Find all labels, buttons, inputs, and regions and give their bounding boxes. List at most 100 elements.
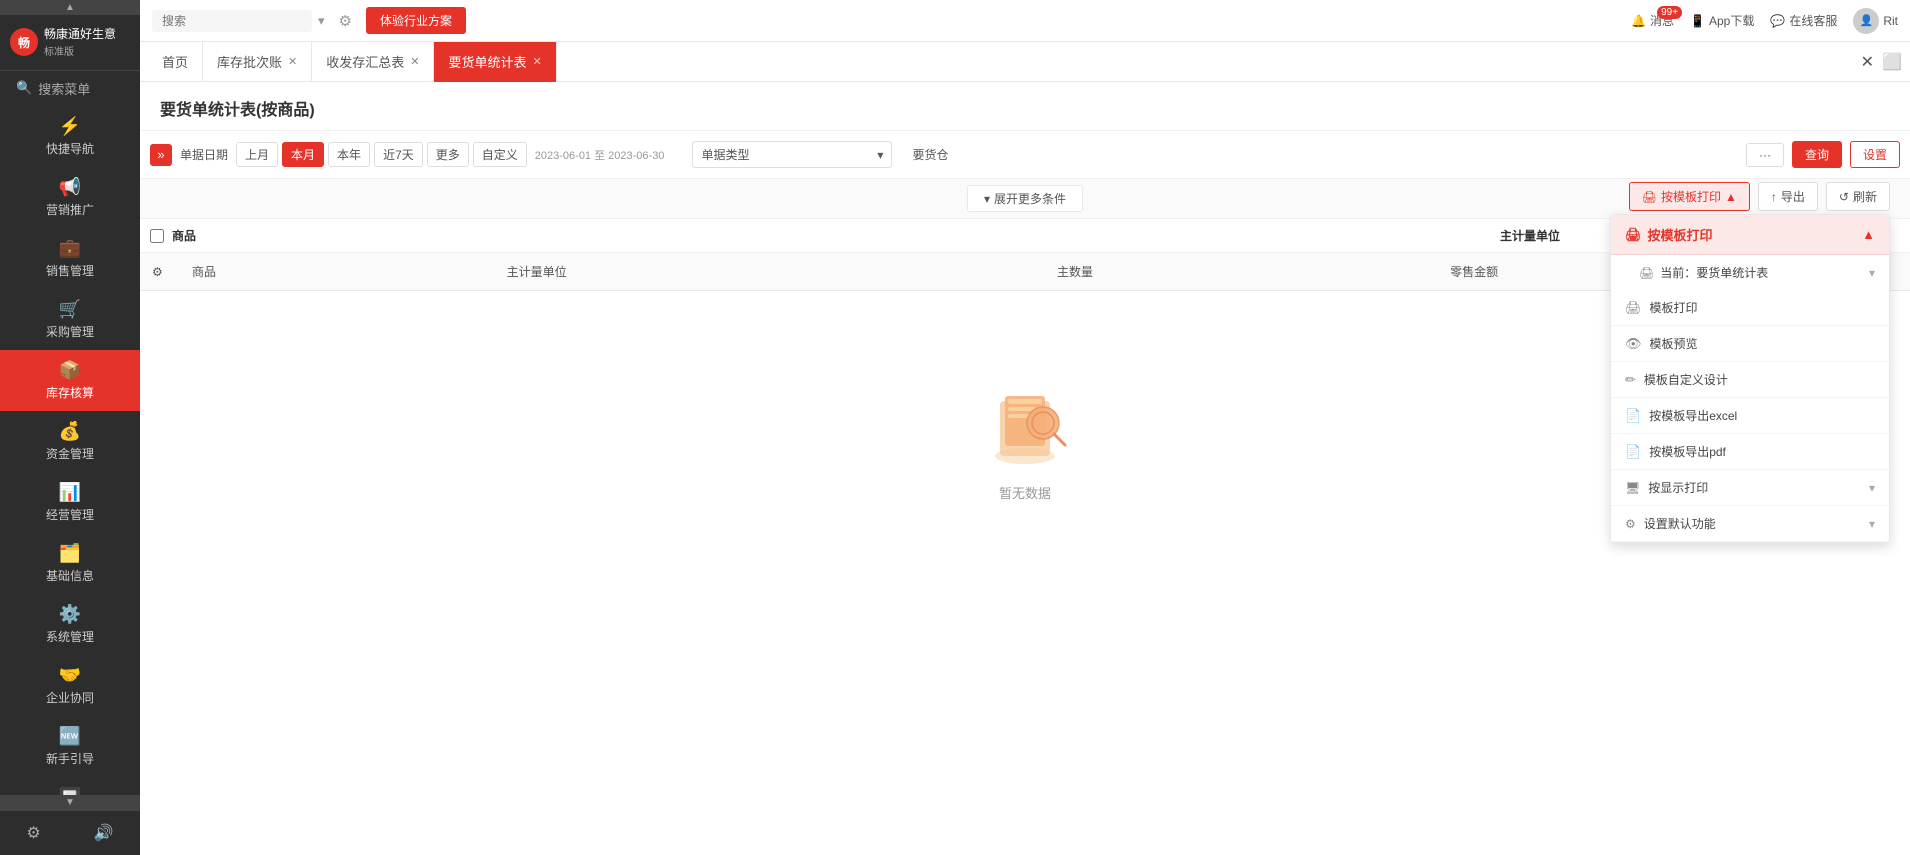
date-filter-label: 单据日期 — [180, 146, 228, 163]
export-btn[interactable]: ↑ 导出 — [1758, 182, 1818, 211]
sidebar-item-label: 销售管理 — [46, 262, 94, 279]
sidebar-item-label: 快捷导航 — [46, 140, 94, 157]
print-dropdown-display-print[interactable]: 🖥 按显示打印 ▾ — [1611, 470, 1889, 506]
topbar-gear-icon[interactable]: ⚙ — [339, 12, 352, 30]
sidebar-item-purchase[interactable]: 🛒 采购管理 — [0, 289, 140, 350]
sidebar-item-cooperation[interactable]: 🤝 企业协同 — [0, 655, 140, 716]
sidebar-item-system[interactable]: ⚙️ 系统管理 — [0, 594, 140, 655]
tab-home[interactable]: 首页 — [148, 42, 203, 82]
tab-window-close-btn[interactable]: ✕ — [1861, 52, 1874, 72]
date-btn-custom[interactable]: 自定义 — [473, 142, 527, 167]
page-title: 要货单统计表(按商品) — [140, 82, 1910, 131]
sidebar-sound-btn[interactable]: 🔊 — [86, 819, 122, 847]
print-dropdown-template-preview[interactable]: 👁 模板预览 — [1611, 326, 1889, 362]
template-design-icon: ✏ — [1625, 372, 1636, 388]
sidebar-item-finance[interactable]: 💰 资金管理 — [0, 411, 140, 472]
sidebar-search-label: 搜索菜单 — [38, 79, 90, 98]
sidebar-item-label: 营销推广 — [46, 201, 94, 218]
date-btn-this-month[interactable]: 本月 — [282, 142, 324, 167]
notifications-badge: 99+ — [1657, 6, 1682, 19]
refresh-label: 刷新 — [1853, 188, 1877, 205]
refresh-icon: ↺ — [1839, 190, 1849, 204]
sidebar-item-guide[interactable]: 🆕 新手引导 — [0, 716, 140, 777]
display-print-chevron: ▾ — [1869, 481, 1875, 495]
app-download-label: App下载 — [1709, 12, 1754, 29]
date-btn-last-month[interactable]: 上月 — [236, 142, 278, 167]
print-dropdown-default-feature[interactable]: ⚙ 设置默认功能 ▾ — [1611, 506, 1889, 542]
sidebar-item-marketing[interactable]: 📢 营销推广 — [0, 167, 140, 228]
order-type-select[interactable]: 单据类型 ▾ — [692, 141, 892, 168]
tab-receipt-summary-close[interactable]: ✕ — [410, 55, 419, 68]
current-item-label: 当前：要货单统计表 — [1660, 264, 1768, 281]
refresh-btn[interactable]: ↺ 刷新 — [1826, 182, 1890, 211]
print-dropdown-template-excel[interactable]: 📄 按模板导出excel — [1611, 398, 1889, 434]
print-dropdown-template-design[interactable]: ✏ 模板自定义设计 — [1611, 362, 1889, 398]
tab-inventory-batch-close[interactable]: ✕ — [288, 55, 297, 68]
notifications-btn[interactable]: 🔔 消息 99+ — [1631, 12, 1674, 29]
date-btn-more[interactable]: 更多 — [427, 142, 469, 167]
print-chevron-icon: ▲ — [1725, 190, 1737, 204]
col-goods: 商品 — [172, 227, 196, 244]
main-area: ▾ ⚙ 体验行业方案 🔔 消息 99+ 📱 App下载 💬 在线客服 👤 Rit — [140, 0, 1910, 855]
goods-filter-label: 要货仓 — [912, 146, 948, 163]
export-icon: ↑ — [1771, 190, 1777, 204]
print-dropdown-template-pdf[interactable]: 📄 按模板导出pdf — [1611, 434, 1889, 470]
tab-inventory-batch[interactable]: 库存批次账 ✕ — [203, 42, 312, 82]
guide-icon: 🆕 — [59, 726, 81, 747]
empty-icon — [975, 371, 1075, 471]
tab-order-summary-close[interactable]: ✕ — [533, 55, 542, 68]
print-icon: 🖨 — [1642, 190, 1657, 204]
app-download-btn[interactable]: 📱 App下载 — [1690, 12, 1754, 29]
settings-btn[interactable]: 设置 — [1850, 141, 1900, 168]
sidebar-settings-btn[interactable]: ⚙ — [18, 819, 48, 847]
sidebar-search[interactable]: 🔍 搜索菜单 — [0, 71, 140, 106]
topbar-search-input[interactable] — [152, 10, 312, 32]
sidebar-scroll-up[interactable]: ▲ — [0, 0, 140, 15]
query-btn[interactable]: 查询 — [1792, 141, 1842, 168]
sidebar-item-label: 企业协同 — [46, 689, 94, 706]
sidebar-logo: 畅 畅康通好生意 标准版 — [0, 15, 140, 71]
sidebar-item-quick-nav[interactable]: ⚡ 快捷导航 — [0, 106, 140, 167]
template-pdf-icon: 📄 — [1625, 444, 1641, 460]
tab-order-summary[interactable]: 要货单统计表 ✕ — [434, 42, 556, 82]
print-dropdown-header: 🖨 按模板打印 ▲ — [1611, 215, 1889, 255]
sidebar: ▲ 畅 畅康通好生意 标准版 🔍 搜索菜单 ⚡ 快捷导航 📢 营销推广 💼 销售… — [0, 0, 140, 855]
template-preview-label: 模板预览 — [1650, 335, 1698, 352]
th-settings[interactable]: ⚙ — [140, 253, 180, 291]
print-template-btn[interactable]: 🖨 按模板打印 ▲ — [1629, 182, 1750, 211]
template-preview-icon: 👁 — [1625, 336, 1642, 352]
sidebar-item-basics[interactable]: 🗂️ 基础信息 — [0, 533, 140, 594]
date-range-display: 2023-06-01 至 2023-06-30 — [535, 147, 665, 163]
date-btn-this-year[interactable]: 本年 — [328, 142, 370, 167]
online-service-btn[interactable]: 💬 在线客服 — [1770, 12, 1837, 29]
topbar-dropdown-chevron[interactable]: ▾ — [318, 13, 325, 29]
date-btn-7days[interactable]: 近7天 — [374, 142, 423, 167]
print-current-item[interactable]: 🖨 当前：要货单统计表 ▾ — [1611, 255, 1889, 290]
cooperation-icon: 🤝 — [59, 665, 81, 686]
dots-options-btn[interactable]: ··· — [1746, 143, 1784, 167]
experience-btn[interactable]: 体验行业方案 — [366, 7, 466, 34]
date-options-group: 上月 本月 本年 近7天 更多 自定义 — [236, 142, 527, 167]
expand-more-btn[interactable]: ▾ 展开更多条件 — [967, 185, 1083, 212]
order-type-label: 单据类型 — [701, 146, 749, 163]
sidebar-item-sales[interactable]: 💼 销售管理 — [0, 228, 140, 289]
content-actions: 🖨 按模板打印 ▲ ↑ 导出 ↺ 刷新 — [1629, 182, 1890, 211]
col-unit: 主计量单位 — [1500, 227, 1560, 244]
display-print-icon: 🖥 — [1625, 481, 1640, 495]
sidebar-item-app-center[interactable]: 🔲 应用中心 — [0, 777, 140, 795]
tab-window-maximize-btn[interactable]: ⬜ — [1882, 52, 1902, 72]
inventory-icon: 📦 — [59, 360, 81, 381]
print-dropdown-template-print[interactable]: 🖨 模板打印 — [1611, 290, 1889, 326]
sidebar-item-label: 新手引导 — [46, 750, 94, 767]
filter-expand-btn[interactable]: » — [150, 144, 172, 166]
sidebar-item-label: 资金管理 — [46, 445, 94, 462]
sidebar-item-inventory[interactable]: 📦 库存核算 — [0, 350, 140, 411]
sidebar-scroll-down[interactable]: ▼ — [0, 795, 140, 810]
select-all-checkbox[interactable] — [150, 229, 164, 243]
user-avatar-btn[interactable]: 👤 Rit — [1853, 8, 1898, 34]
print-dropdown-close-chevron[interactable]: ▲ — [1862, 227, 1875, 242]
tab-receipt-summary[interactable]: 收发存汇总表 ✕ — [312, 42, 434, 82]
service-icon: 💬 — [1770, 14, 1785, 28]
tabbar: 首页 库存批次账 ✕ 收发存汇总表 ✕ 要货单统计表 ✕ ✕ ⬜ — [140, 42, 1910, 82]
sidebar-item-operations[interactable]: 📊 经营管理 — [0, 472, 140, 533]
